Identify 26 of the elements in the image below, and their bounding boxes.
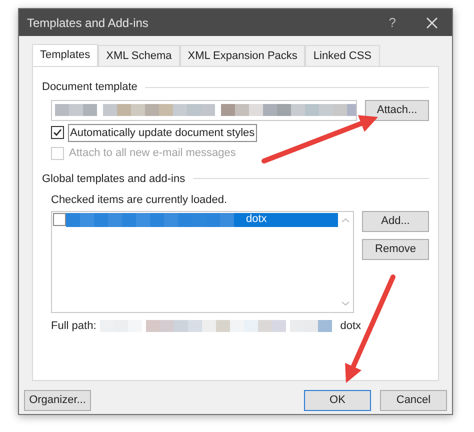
dialog-button[interactable]: Remove <box>362 238 429 260</box>
dialog-button[interactable]: OK <box>304 390 371 411</box>
window-title: Templates and Add-ins <box>27 14 148 32</box>
close-icon[interactable] <box>426 16 438 28</box>
tab[interactable]: XML Expansion Packs <box>180 45 306 66</box>
full-path-label: Full path: <box>51 318 96 334</box>
tab[interactable]: XML Schema <box>98 45 180 66</box>
dialog-button[interactable]: Cancel <box>380 390 447 411</box>
tab[interactable]: Templates <box>32 44 98 66</box>
template-path-field[interactable] <box>51 100 358 120</box>
tab[interactable]: Linked CSS <box>305 45 380 66</box>
hint-text: Checked items are currently loaded. <box>50 193 228 208</box>
checkbox-label: Automatically update document styles <box>68 124 257 142</box>
checkbox[interactable] <box>53 213 66 226</box>
checkbox-label: Attach to all new e-mail messages <box>68 146 237 161</box>
full-path-value: dotx <box>339 318 362 334</box>
blurred-text <box>55 104 97 116</box>
dialog-button[interactable]: Organizer... <box>24 390 91 411</box>
list-item[interactable]: dotx <box>66 212 338 226</box>
checkbox[interactable] <box>51 126 64 140</box>
group-label: Global templates and add-ins <box>42 172 186 186</box>
dialog-button[interactable]: Add... <box>362 210 429 232</box>
help-button[interactable]: ? <box>388 12 396 32</box>
dialog-button[interactable]: Attach... <box>365 100 429 120</box>
blurred-text <box>290 320 332 332</box>
group-label: Document template <box>42 80 138 95</box>
